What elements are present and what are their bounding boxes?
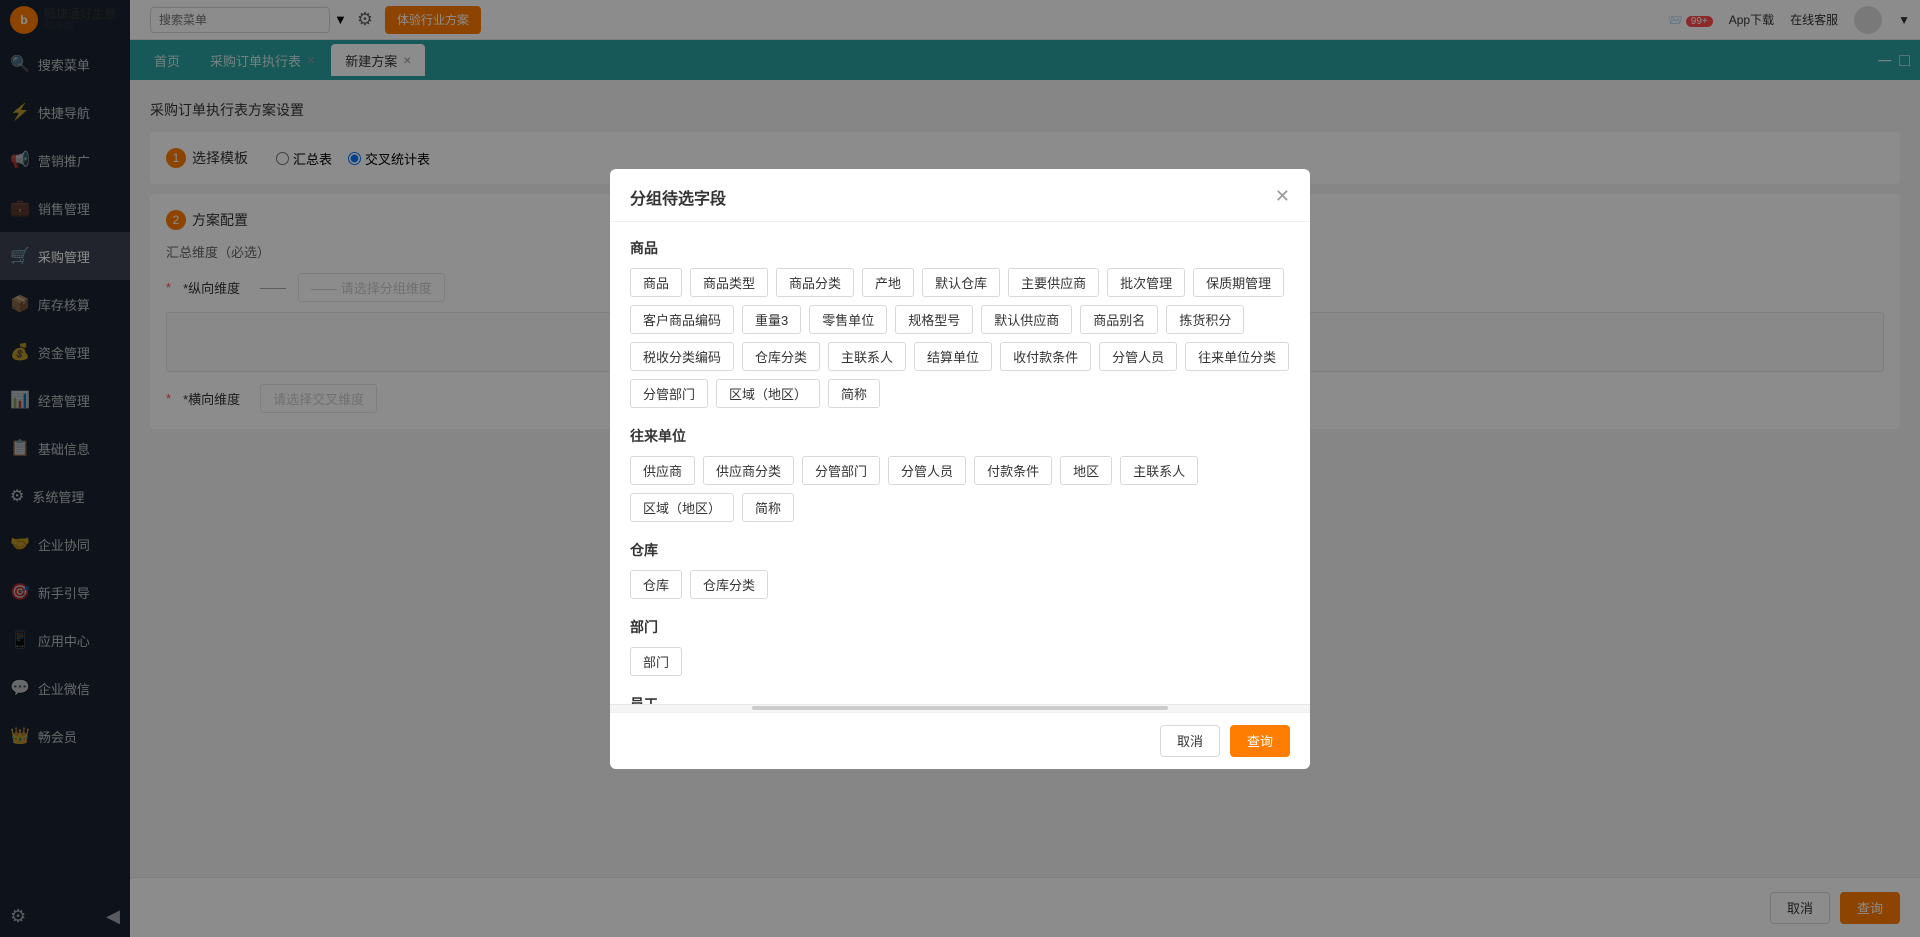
field-tag-1-3[interactable]: 分管人员 bbox=[888, 456, 966, 485]
field-tag-1-0[interactable]: 供应商 bbox=[630, 456, 695, 485]
dialog-hscroll bbox=[610, 704, 1310, 712]
field-tag-0-23[interactable]: 区域（地区） bbox=[716, 379, 820, 408]
section-title-4: 员工 bbox=[630, 694, 1290, 704]
field-tag-3-0[interactable]: 部门 bbox=[630, 647, 682, 676]
field-tag-0-7[interactable]: 保质期管理 bbox=[1193, 268, 1284, 297]
field-tag-2-1[interactable]: 仓库分类 bbox=[690, 570, 768, 599]
field-tag-0-3[interactable]: 产地 bbox=[862, 268, 914, 297]
dialog: 分组待选字段 ✕ 商品商品商品类型商品分类产地默认仓库主要供应商批次管理保质期管… bbox=[610, 169, 1310, 769]
dialog-section-2: 仓库仓库仓库分类 bbox=[630, 540, 1290, 599]
field-grid-0: 商品商品类型商品分类产地默认仓库主要供应商批次管理保质期管理客户商品编码重量3 零… bbox=[630, 268, 1290, 408]
field-tag-0-12[interactable]: 默认供应商 bbox=[981, 305, 1072, 334]
field-tag-0-19[interactable]: 收付款条件 bbox=[1000, 342, 1091, 371]
dialog-confirm-btn[interactable]: 查询 bbox=[1230, 725, 1290, 757]
section-title-1: 往来单位 bbox=[630, 426, 1290, 446]
field-tag-0-17[interactable]: 主联系人 bbox=[828, 342, 906, 371]
section-title-0: 商品 bbox=[630, 238, 1290, 258]
dialog-close-btn[interactable]: ✕ bbox=[1275, 186, 1290, 207]
field-grid-1: 供应商供应商分类分管部门分管人员付款条件地区主联系人区域（地区） 简称 bbox=[630, 456, 1290, 522]
field-grid-3: 部门 bbox=[630, 647, 1290, 676]
field-tag-0-14[interactable]: 拣货积分 bbox=[1166, 305, 1244, 334]
field-tag-0-13[interactable]: 商品别名 bbox=[1080, 305, 1158, 334]
field-tag-1-4[interactable]: 付款条件 bbox=[974, 456, 1052, 485]
field-tag-1-5[interactable]: 地区 bbox=[1060, 456, 1112, 485]
field-tag-1-7[interactable]: 区域（地区） bbox=[630, 493, 734, 522]
field-tag-1-2[interactable]: 分管部门 bbox=[802, 456, 880, 485]
field-tag-0-5[interactable]: 主要供应商 bbox=[1008, 268, 1099, 297]
dialog-footer: 取消 查询 bbox=[610, 712, 1310, 769]
field-tag-0-1[interactable]: 商品类型 bbox=[690, 268, 768, 297]
field-tag-1-1[interactable]: 供应商分类 bbox=[703, 456, 794, 485]
dialog-header: 分组待选字段 ✕ bbox=[610, 169, 1310, 222]
field-tag-0-20[interactable]: 分管人员 bbox=[1099, 342, 1177, 371]
field-tag-0-24[interactable]: 简称 bbox=[828, 379, 880, 408]
dialog-section-4: 员工业务员 bbox=[630, 694, 1290, 704]
field-tag-0-11[interactable]: 规格型号 bbox=[895, 305, 973, 334]
section-title-2: 仓库 bbox=[630, 540, 1290, 560]
dialog-cancel-btn[interactable]: 取消 bbox=[1160, 725, 1220, 757]
field-tag-0-21[interactable]: 往来单位分类 bbox=[1185, 342, 1289, 371]
field-tag-0-6[interactable]: 批次管理 bbox=[1107, 268, 1185, 297]
dialog-body[interactable]: 商品商品商品类型商品分类产地默认仓库主要供应商批次管理保质期管理客户商品编码重量… bbox=[610, 222, 1310, 704]
dialog-section-0: 商品商品商品类型商品分类产地默认仓库主要供应商批次管理保质期管理客户商品编码重量… bbox=[630, 238, 1290, 408]
field-tag-0-18[interactable]: 结算单位 bbox=[914, 342, 992, 371]
field-tag-0-8[interactable]: 客户商品编码 bbox=[630, 305, 734, 334]
field-tag-0-22[interactable]: 分管部门 bbox=[630, 379, 708, 408]
field-grid-2: 仓库仓库分类 bbox=[630, 570, 1290, 599]
field-tag-0-15[interactable]: 税收分类编码 bbox=[630, 342, 734, 371]
dialog-title: 分组待选字段 bbox=[630, 185, 726, 209]
field-tag-0-2[interactable]: 商品分类 bbox=[776, 268, 854, 297]
field-tag-1-8[interactable]: 简称 bbox=[742, 493, 794, 522]
modal-overlay: 分组待选字段 ✕ 商品商品商品类型商品分类产地默认仓库主要供应商批次管理保质期管… bbox=[0, 0, 1920, 937]
dialog-section-3: 部门部门 bbox=[630, 617, 1290, 676]
section-title-3: 部门 bbox=[630, 617, 1290, 637]
field-tag-1-6[interactable]: 主联系人 bbox=[1120, 456, 1198, 485]
field-tag-2-0[interactable]: 仓库 bbox=[630, 570, 682, 599]
field-tag-0-9[interactable]: 重量3 bbox=[742, 305, 801, 334]
field-tag-0-10[interactable]: 零售单位 bbox=[809, 305, 887, 334]
field-tag-0-0[interactable]: 商品 bbox=[630, 268, 682, 297]
field-tag-0-16[interactable]: 仓库分类 bbox=[742, 342, 820, 371]
field-tag-0-4[interactable]: 默认仓库 bbox=[922, 268, 1000, 297]
dialog-section-1: 往来单位供应商供应商分类分管部门分管人员付款条件地区主联系人区域（地区） 简称 bbox=[630, 426, 1290, 522]
